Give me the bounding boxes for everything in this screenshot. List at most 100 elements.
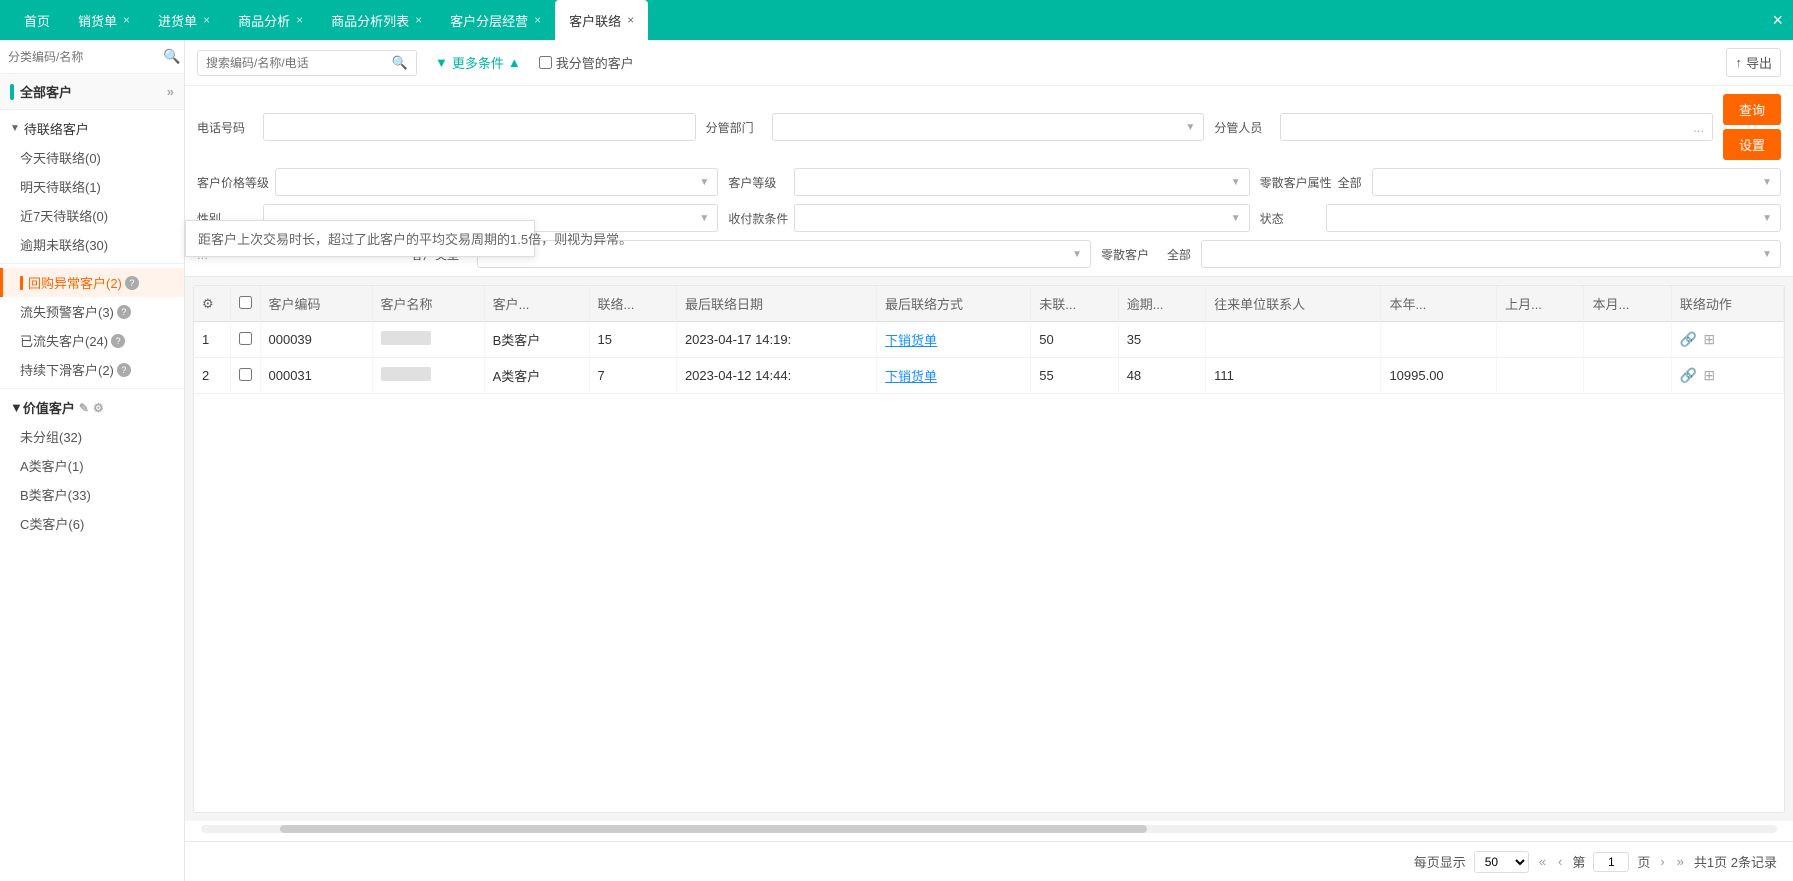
link-icon-1[interactable]: 🔗	[1680, 331, 1697, 348]
select-all-checkbox[interactable]	[239, 296, 252, 309]
manager-label: 分管人员	[1214, 119, 1274, 136]
next-page-button[interactable]: ›	[1658, 854, 1666, 869]
first-page-button[interactable]: «	[1537, 854, 1548, 869]
per-page-select[interactable]: 50 100	[1474, 851, 1529, 873]
grid-icon-2[interactable]: ⊞	[1703, 367, 1715, 384]
th-uncontacted[interactable]: 未联...	[1031, 286, 1118, 322]
query-button[interactable]: 查询	[1723, 94, 1781, 125]
page-number-input[interactable]	[1593, 852, 1629, 872]
nav-item-home[interactable]: 首页	[10, 0, 64, 40]
sidebar-item-churn-warning[interactable]: 流失预警客户(3) ?	[0, 297, 184, 326]
prev-page-button[interactable]: ‹	[1556, 854, 1564, 869]
last-page-button[interactable]: »	[1675, 854, 1686, 869]
my-customers-checkbox[interactable]	[539, 56, 552, 69]
arrow-down-icon: ▼	[10, 123, 20, 134]
price-level-select[interactable]: ▼	[275, 168, 718, 196]
horizontal-scrollbar-wrap	[185, 821, 1793, 841]
sidebar-search-input[interactable]	[8, 50, 163, 64]
th-contact-count[interactable]: 联络...	[589, 286, 676, 322]
nav-item-purchase[interactable]: 进货单 ×	[144, 0, 224, 40]
close-all-button[interactable]: ×	[1772, 10, 1783, 31]
sidebar-item-declining[interactable]: 持续下滑客户(2) ?	[0, 355, 184, 384]
export-button[interactable]: ↑ 导出	[1726, 48, 1781, 77]
phone-input[interactable]	[263, 113, 696, 141]
info-icon[interactable]: ?	[125, 276, 139, 290]
search-input[interactable]	[206, 56, 392, 70]
manager-select[interactable]: ...	[1280, 113, 1713, 141]
th-last-contact-method[interactable]: 最后联络方式	[877, 286, 1031, 322]
edit-icon[interactable]: ✎	[79, 401, 89, 415]
horizontal-scrollbar-thumb[interactable]	[280, 825, 1147, 833]
per-page-label: 每页显示	[1414, 852, 1466, 871]
collapse-icon[interactable]: »	[167, 84, 174, 99]
th-this-month[interactable]: 本月...	[1584, 286, 1671, 322]
nav-item-analysis[interactable]: 商品分析 ×	[224, 0, 317, 40]
horizontal-scrollbar-track[interactable]	[201, 825, 1777, 833]
nav-item-customer-segment[interactable]: 客户分层经营 ×	[436, 0, 555, 40]
sidebar-item-repurchase-anomaly[interactable]: 回购异常客户(2) ?	[0, 268, 184, 297]
more-conditions-button[interactable]: ▼ 更多条件 ▲	[427, 49, 529, 76]
close-icon[interactable]: ×	[534, 13, 541, 27]
row-checkbox-2[interactable]	[239, 368, 252, 381]
data-table-wrap: ⚙ 客户编码 客户名称 客户...	[193, 285, 1785, 813]
chevron-down-icon: ▼	[1185, 122, 1195, 133]
th-unit-contacts[interactable]: 往来单位联系人	[1206, 286, 1381, 322]
td-name-2	[372, 358, 484, 394]
info-icon[interactable]: ?	[117, 363, 131, 377]
th-this-year[interactable]: 本年...	[1381, 286, 1497, 322]
total-records-label: 共1页 2条记录	[1694, 852, 1777, 871]
customer-level-select[interactable]: ▼	[794, 168, 1249, 196]
th-customer-name[interactable]: 客户名称	[372, 286, 484, 322]
th-customer-code[interactable]: 客户编码	[260, 286, 372, 322]
department-select[interactable]: ▼	[772, 113, 1205, 141]
th-last-contact-date[interactable]: 最后联络日期	[676, 286, 876, 322]
sidebar-item-churned[interactable]: 已流失客户(24) ?	[0, 326, 184, 355]
td-unit-contacts-2: 111	[1206, 358, 1381, 394]
config-icon[interactable]: ⚙	[93, 401, 104, 415]
grid-icon-1[interactable]: ⊞	[1703, 331, 1715, 348]
retail-customer-label: 零散客户	[1101, 246, 1161, 263]
info-icon[interactable]: ?	[117, 305, 131, 319]
sidebar-item-class-c[interactable]: C类客户(6)	[0, 509, 184, 538]
my-customers-checkbox-wrap[interactable]: 我分管的客户	[539, 53, 634, 72]
th-last-month[interactable]: 上月...	[1497, 286, 1584, 322]
retail-attr-select[interactable]: ▼	[1372, 168, 1781, 196]
row-checkbox-1[interactable]	[239, 332, 252, 345]
pending-contact-group-header[interactable]: ▼ 待联络客户	[0, 114, 184, 143]
export-icon: ↑	[1735, 55, 1742, 70]
sidebar-item-class-a[interactable]: A类客户(1)	[0, 451, 184, 480]
close-icon[interactable]: ×	[415, 13, 422, 27]
retail-customer-select[interactable]: ▼	[1201, 240, 1781, 268]
th-customer-level[interactable]: 客户...	[484, 286, 589, 322]
value-customer-group-header[interactable]: ▼ 价值客户 ✎ ⚙	[0, 393, 184, 422]
close-icon[interactable]: ×	[123, 13, 130, 27]
th-overdue[interactable]: 逾期...	[1118, 286, 1205, 322]
nav-item-analysis-list[interactable]: 商品分析列表 ×	[317, 0, 436, 40]
link-icon-2[interactable]: 🔗	[1680, 367, 1697, 384]
phone-label: 电话号码	[197, 119, 257, 136]
data-table: ⚙ 客户编码 客户名称 客户...	[194, 286, 1784, 394]
sidebar-item-overdue[interactable]: 逾期未联络(30)	[0, 230, 184, 259]
close-icon[interactable]: ×	[627, 13, 634, 27]
all-customers-header[interactable]: 全部客户 »	[0, 74, 184, 110]
action-icons-1: 🔗 ⊞	[1680, 331, 1775, 348]
nav-item-sales[interactable]: 销货单 ×	[64, 0, 144, 40]
close-icon[interactable]: ×	[203, 13, 210, 27]
sidebar-item-tomorrow[interactable]: 明天待联络(1)	[0, 172, 184, 201]
payment-select[interactable]: ▼	[794, 204, 1249, 232]
sidebar-item-ungrouped[interactable]: 未分组(32)	[0, 422, 184, 451]
th-checkbox	[230, 286, 260, 322]
nav-item-customer-contact[interactable]: 客户联络 ×	[555, 0, 648, 40]
top-nav: 首页 销货单 × 进货单 × 商品分析 × 商品分析列表 × 客户分层经营 × …	[0, 0, 1793, 40]
close-icon[interactable]: ×	[296, 13, 303, 27]
info-icon[interactable]: ?	[111, 334, 125, 348]
active-indicator	[20, 276, 23, 290]
chevron-down-icon: ▼	[1231, 177, 1241, 188]
gear-icon[interactable]: ⚙	[202, 296, 214, 311]
sidebar-item-today[interactable]: 今天待联络(0)	[0, 143, 184, 172]
sidebar-item-class-b[interactable]: B类客户(33)	[0, 480, 184, 509]
status-select[interactable]: ▼	[1326, 204, 1781, 232]
settings-button[interactable]: 设置	[1723, 129, 1781, 160]
sidebar-item-7days[interactable]: 近7天待联络(0)	[0, 201, 184, 230]
value-customer-group: ▼ 价值客户 ✎ ⚙ 未分组(32) A类客户(1) B类客户(33) C类客户…	[0, 388, 184, 542]
